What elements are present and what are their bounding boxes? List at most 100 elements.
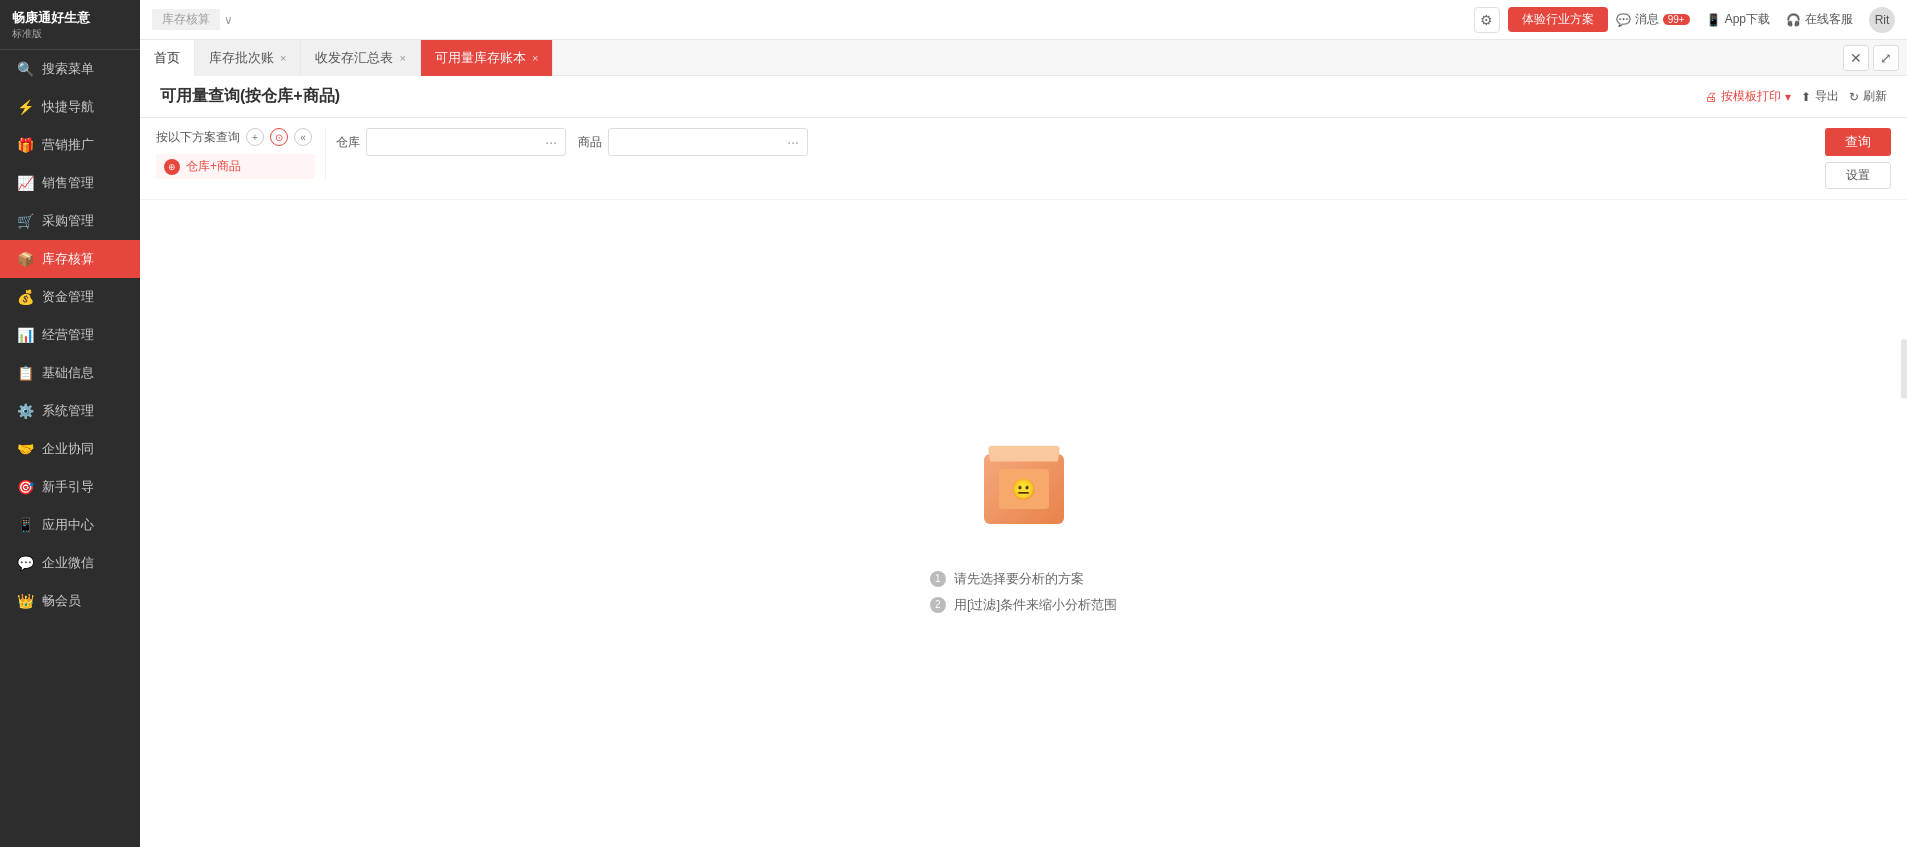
empty-state: 😐 1 请先选择要分析的方案 2 用[过滤]条件来缩小分析范围 (140, 200, 1907, 847)
print-icon: 🖨 (1705, 90, 1717, 104)
setting-button[interactable]: 设置 (1825, 162, 1891, 189)
operation-icon: 📊 (16, 327, 34, 343)
export-button[interactable]: ⬆ 导出 (1801, 88, 1839, 105)
purchase-icon: 🛒 (16, 213, 34, 229)
tab-home[interactable]: 首页 (140, 40, 195, 76)
print-label: 按模板打印 (1721, 88, 1781, 105)
sidebar-item-operation[interactable]: 📊经营管理 (0, 316, 140, 354)
marketing-icon: 🎁 (16, 137, 34, 153)
filter-scheme-panel: 按以下方案查询 + ⊙ « ⊕ 仓库+商品 (156, 128, 326, 179)
setting-icon[interactable]: ⚙ (1474, 7, 1500, 33)
sidebar-label-appcenter: 应用中心 (42, 516, 94, 534)
step-1-icon: 1 (930, 571, 946, 587)
goods-more-icon[interactable]: ··· (787, 134, 799, 150)
trial-button[interactable]: 体验行业方案 (1508, 7, 1608, 32)
warehouse-more-icon[interactable]: ··· (545, 134, 557, 150)
query-button[interactable]: 查询 (1825, 128, 1891, 156)
collapse-scheme-button[interactable]: « (294, 128, 312, 146)
sidebar-item-newguide[interactable]: 🎯新手引导 (0, 468, 140, 506)
online-service-item[interactable]: 🎧 在线客服 (1786, 11, 1853, 28)
user-avatar[interactable]: Rit (1869, 7, 1895, 33)
app-download-label: App下载 (1725, 11, 1770, 28)
sidebar-item-inventory[interactable]: 📦库存核算 (0, 240, 140, 278)
top-bar: 库存核算 ∨ ⚙ 体验行业方案 💬 消息 99+ 📱 App下载 🎧 在线客服 … (140, 0, 1907, 40)
sidebar-item-system[interactable]: ⚙️系统管理 (0, 392, 140, 430)
vip-icon: 👑 (16, 593, 34, 609)
sidebar-logo: 畅康通好生意 标准版 (0, 0, 140, 50)
tab-available[interactable]: 可用量库存账本× (421, 40, 553, 76)
basic-icon: 📋 (16, 365, 34, 381)
tab-batch[interactable]: 库存批次账× (195, 40, 301, 76)
scheme-item-warehouse_goods[interactable]: ⊕ 仓库+商品 (156, 154, 315, 179)
scheme-icon-warehouse_goods: ⊕ (164, 159, 180, 175)
sidebar-item-marketing[interactable]: 🎁 营销推广 (0, 126, 140, 164)
message-icon: 💬 (1616, 13, 1631, 27)
sidebar-label-purchase: 采购管理 (42, 212, 94, 230)
finance-icon: 💰 (16, 289, 34, 305)
filter-scheme-header: 按以下方案查询 + ⊙ « (156, 128, 315, 146)
sidebar-item-enterprise[interactable]: 🤝企业协同 (0, 430, 140, 468)
warehouse-label: 仓库 (336, 134, 360, 151)
empty-box-icon: 😐 (984, 454, 1064, 524)
export-label: 导出 (1815, 88, 1839, 105)
breadcrumb-arrow: ∨ (224, 13, 233, 27)
tab-bar: 首页库存批次账×收发存汇总表×可用量库存账本× ✕ ⤢ (140, 40, 1907, 76)
sidebar-item-purchase[interactable]: 🛒 采购管理 (0, 202, 140, 240)
page-title: 可用量查询(按仓库+商品) (160, 86, 340, 107)
scroll-hint (1901, 339, 1907, 399)
sidebar-item-sales[interactable]: 📈销售管理 (0, 164, 140, 202)
sidebar-item-vip[interactable]: 👑畅会员 (0, 582, 140, 620)
scheme-label: 按以下方案查询 (156, 129, 240, 146)
empty-hint-1: 1 请先选择要分析的方案 (930, 570, 1117, 588)
sidebar-label-finance: 资金管理 (42, 288, 94, 306)
warehouse-input[interactable]: ··· (366, 128, 566, 156)
page-actions: 🖨 按模板打印 ▾ ⬆ 导出 ↻ 刷新 (1705, 88, 1887, 105)
search-icon: 🔍 (16, 61, 34, 77)
edit-scheme-button[interactable]: ⊙ (270, 128, 288, 146)
tab-label-home: 首页 (154, 49, 180, 67)
box-face: 😐 (999, 469, 1049, 509)
message-item[interactable]: 💬 消息 99+ (1616, 11, 1690, 28)
sales-icon: 📈 (16, 175, 34, 191)
app-download-item[interactable]: 📱 App下载 (1706, 11, 1770, 28)
print-dropdown-icon: ▾ (1785, 90, 1791, 104)
headset-icon: 🎧 (1786, 13, 1801, 27)
sidebar-item-search[interactable]: 🔍搜索菜单 (0, 50, 140, 88)
goods-label: 商品 (578, 134, 602, 151)
breadcrumb-text: 库存核算 (152, 9, 220, 30)
filter-buttons: 查询 设置 (1815, 128, 1891, 189)
sidebar-item-basic[interactable]: 📋 基础信息 (0, 354, 140, 392)
sidebar-label-newguide: 新手引导 (42, 478, 94, 496)
enterprise-icon: 🤝 (16, 441, 34, 457)
goods-input[interactable]: ··· (608, 128, 808, 156)
add-scheme-button[interactable]: + (246, 128, 264, 146)
refresh-button[interactable]: ↻ 刷新 (1849, 88, 1887, 105)
tab-close-available[interactable]: × (532, 53, 538, 64)
tab-summary[interactable]: 收发存汇总表 × (301, 40, 420, 76)
sidebar-label-marketing: 营销推广 (42, 136, 94, 154)
sidebar-item-wechat[interactable]: 💬企业微信 (0, 544, 140, 582)
empty-hint-2: 2 用[过滤]条件来缩小分析范围 (930, 596, 1117, 614)
sidebar-label-basic: 基础信息 (42, 364, 94, 382)
scheme-label-warehouse_goods: 仓库+商品 (186, 158, 241, 175)
sidebar-item-appcenter[interactable]: 📱 应用中心 (0, 506, 140, 544)
sidebar-item-finance[interactable]: 💰 资金管理 (0, 278, 140, 316)
tab-label-summary: 收发存汇总表 (315, 49, 393, 67)
tab-close-batch[interactable]: × (280, 53, 286, 64)
appcenter-icon: 📱 (16, 517, 34, 533)
print-button[interactable]: 🖨 按模板打印 ▾ (1705, 88, 1791, 105)
tab-expand-btn[interactable]: ⤢ (1873, 45, 1899, 71)
main-area: 库存核算 ∨ ⚙ 体验行业方案 💬 消息 99+ 📱 App下载 🎧 在线客服 … (140, 0, 1907, 847)
hint-1-text: 请先选择要分析的方案 (954, 570, 1084, 588)
step-2-icon: 2 (930, 597, 946, 613)
tab-close-summary[interactable]: × (399, 53, 405, 64)
wechat-icon: 💬 (16, 555, 34, 571)
tab-close-btn[interactable]: ✕ (1843, 45, 1869, 71)
goods-field: 商品 ··· (578, 128, 808, 156)
content-area: 可用量查询(按仓库+商品) 🖨 按模板打印 ▾ ⬆ 导出 ↻ 刷新 (140, 76, 1907, 847)
message-badge: 99+ (1663, 14, 1690, 25)
sidebar-item-shortcut[interactable]: ⚡快捷导航 (0, 88, 140, 126)
sidebar-scroll: 🔍搜索菜单⚡快捷导航 🎁 营销推广 📈销售管理 🛒 采购管理 📦库存核算 💰 资金管理 📊经营管理… (0, 50, 140, 847)
sidebar-label-shortcut: 快捷导航 (42, 98, 94, 116)
page-header: 可用量查询(按仓库+商品) 🖨 按模板打印 ▾ ⬆ 导出 ↻ 刷新 (140, 76, 1907, 118)
